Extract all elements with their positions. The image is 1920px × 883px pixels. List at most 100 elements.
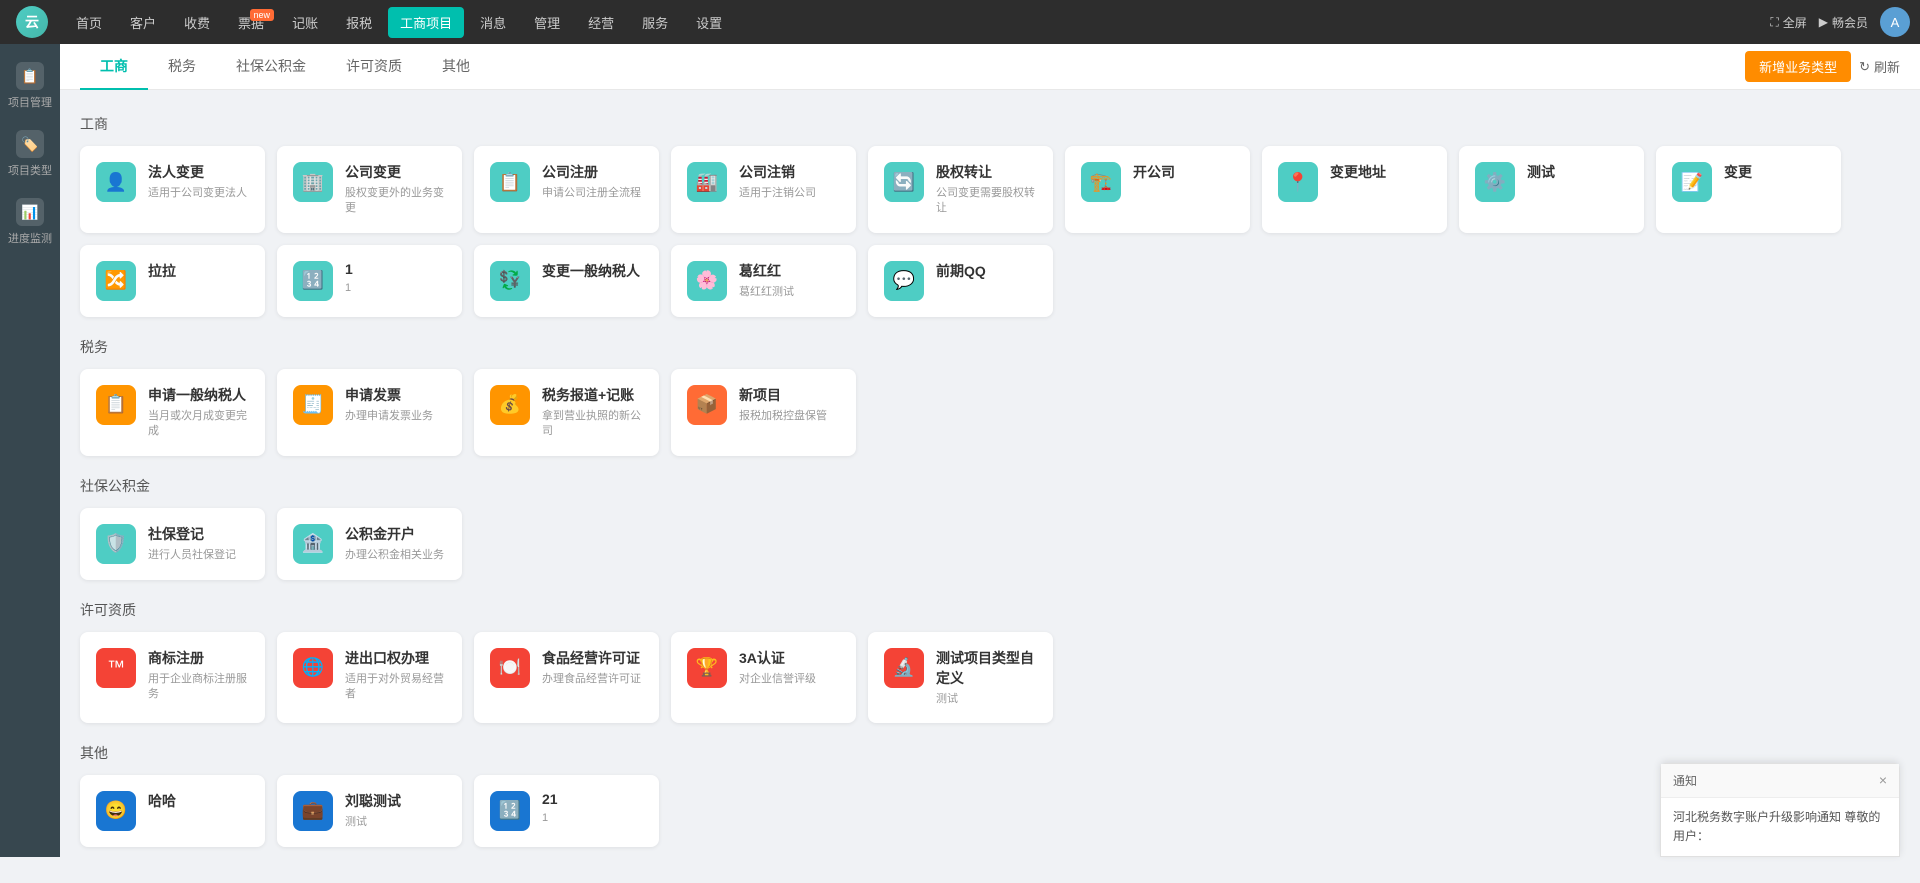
card-icon: ™ (96, 648, 136, 688)
card-gongsi-biangeng[interactable]: 🏢 公司变更 股权变更外的业务变更 (277, 146, 462, 233)
card-icon: ⚙️ (1475, 162, 1515, 202)
sidebar-item-label: 项目类型 (8, 162, 52, 178)
card-desc: 进行人员社保登记 (148, 548, 236, 563)
card-desc: 拿到营业执照的新公司 (542, 409, 643, 440)
card-gongsi-zhuce[interactable]: 📋 公司注册 申请公司注册全流程 (474, 146, 659, 233)
notification-body: 河北税务数字账户升级影响通知 尊敬的用户： (1661, 798, 1899, 856)
notification-close-button[interactable]: × (1879, 772, 1887, 788)
top-nav: 云 首页 客户 收费 票据 new 记账 报税 工商项目 消息 管理 经营 服务… (0, 0, 1920, 44)
fullscreen-icon: ⛶ (1770, 15, 1778, 30)
card-icon: 📝 (1672, 162, 1712, 202)
nav-manage[interactable]: 管理 (522, 7, 572, 38)
card-icon: 🔀 (96, 261, 136, 301)
card-qianqi-qq[interactable]: 💬 前期QQ (868, 245, 1053, 317)
nav-operate[interactable]: 经营 (576, 7, 626, 38)
nav-home[interactable]: 首页 (64, 7, 114, 38)
project-type-icon: 🏷️ (16, 130, 44, 158)
card-title: 食品经营许可证 (542, 648, 641, 668)
card-shebao-dengji[interactable]: 🛡️ 社保登记 进行人员社保登记 (80, 508, 265, 580)
card-icon: 🔄 (884, 162, 924, 202)
card-title: 股权转让 (936, 162, 1037, 182)
nav-gongshang[interactable]: 工商项目 (388, 7, 464, 38)
card-icon: 🏢 (293, 162, 333, 202)
card-icon: 👤 (96, 162, 136, 202)
card-lala[interactable]: 🔀 拉拉 (80, 245, 265, 317)
refresh-icon: ↻ (1859, 59, 1870, 75)
sidebar: 📋 项目管理 🏷️ 项目类型 📊 进度监测 (0, 44, 60, 857)
nav-fee[interactable]: 收费 (172, 7, 222, 38)
avatar[interactable]: A (1880, 7, 1910, 37)
card-fazhen-biangeng[interactable]: 👤 法人变更 适用于公司变更法人 (80, 146, 265, 233)
card-icon: 🌸 (687, 261, 727, 301)
card-biangeng2[interactable]: 📝 变更 (1656, 146, 1841, 233)
card-ceshi-zidingyi[interactable]: 🔬 测试项目类型自定义 测试 (868, 632, 1053, 723)
card-3a-renzheng[interactable]: 🏆 3A认证 对企业信誉评级 (671, 632, 856, 723)
nav-tax[interactable]: 报税 (334, 7, 384, 38)
card-title: 进出口权办理 (345, 648, 446, 668)
card-gongsi-zhuxiao[interactable]: 🏭 公司注销 适用于注销公司 (671, 146, 856, 233)
card-desc: 股权变更外的业务变更 (345, 186, 446, 217)
card-jinchukouquan[interactable]: 🌐 进出口权办理 适用于对外贸易经营者 (277, 632, 462, 723)
card-shenqing-fapiao[interactable]: 🧾 申请发票 办理申请发票业务 (277, 369, 462, 456)
card-biangeng-nashui[interactable]: 💱 变更一般纳税人 (474, 245, 659, 317)
sidebar-item-progress[interactable]: 📊 进度监测 (4, 190, 56, 254)
notification-title: 通知 (1673, 772, 1697, 789)
card-guquan-zhuanrang[interactable]: 🔄 股权转让 公司变更需要股权转让 (868, 146, 1053, 233)
cards-grid-gongshang: 👤 法人变更 适用于公司变更法人 🏢 公司变更 股权变更外的业务变更 📋 公司注… (80, 146, 1900, 317)
card-icon: 💬 (884, 261, 924, 301)
cards-grid-shuiwu: 📋 申请一般纳税人 当月或次月成变更完成 🧾 申请发票 办理申请发票业务 💰 税… (80, 369, 1900, 456)
card-biangeng-dizhi[interactable]: 📍 变更地址 (1262, 146, 1447, 233)
nav-ticket[interactable]: 票据 new (226, 7, 276, 38)
tab-shebao[interactable]: 社保公积金 (216, 44, 326, 90)
nav-service[interactable]: 服务 (630, 7, 680, 38)
fullscreen-button[interactable]: ⛶ 全屏 (1770, 14, 1806, 31)
tab-gongshang[interactable]: 工商 (80, 44, 148, 90)
section-title-qita: 其他 (80, 743, 1900, 763)
tab-qita[interactable]: 其他 (422, 44, 490, 90)
tab-shuiwu[interactable]: 税务 (148, 44, 216, 90)
card-xin-xiangmu[interactable]: 📦 新项目 报税加税控盘保管 (671, 369, 856, 456)
ticket-badge: new (250, 9, 275, 21)
card-icon: 🔢 (293, 261, 333, 301)
sidebar-item-label: 项目管理 (8, 94, 52, 110)
sidebar-item-project-type[interactable]: 🏷️ 项目类型 (4, 122, 56, 186)
refresh-button[interactable]: ↻ 刷新 (1859, 57, 1900, 76)
nav-settings[interactable]: 设置 (684, 7, 734, 38)
fullscreen-label: 全屏 (1783, 14, 1807, 31)
new-type-button[interactable]: 新增业务类型 (1745, 51, 1851, 82)
card-gehonghong[interactable]: 🌸 葛红红 葛红红测试 (671, 245, 856, 317)
member-button[interactable]: ▶ 畅会员 (1819, 14, 1868, 31)
card-shenqing-nashui[interactable]: 📋 申请一般纳税人 当月或次月成变更完成 (80, 369, 265, 456)
card-1[interactable]: 🔢 1 1 (277, 245, 462, 317)
card-title: 公司注册 (542, 162, 641, 182)
card-desc: 适用于注销公司 (739, 186, 816, 201)
progress-icon: 📊 (16, 198, 44, 226)
tab-xuke[interactable]: 许可资质 (326, 44, 422, 90)
nav-bookkeeping[interactable]: 记账 (280, 7, 330, 38)
card-21[interactable]: 🔢 21 1 (474, 775, 659, 847)
card-icon: 🏦 (293, 524, 333, 564)
card-kai-gongsi[interactable]: 🏗️ 开公司 (1065, 146, 1250, 233)
card-shuiwu-baodao[interactable]: 💰 税务报道+记账 拿到营业执照的新公司 (474, 369, 659, 456)
nav-client[interactable]: 客户 (118, 7, 168, 38)
card-title: 社保登记 (148, 524, 236, 544)
card-title: 公司变更 (345, 162, 446, 182)
card-desc: 当月或次月成变更完成 (148, 409, 249, 440)
card-haha[interactable]: 😄 哈哈 (80, 775, 265, 847)
card-liucong-ceshi[interactable]: 💼 刘聪测试 测试 (277, 775, 462, 847)
card-title: 新项目 (739, 385, 827, 405)
card-shangbiao-zhuce[interactable]: ™ 商标注册 用于企业商标注册服务 (80, 632, 265, 723)
section-title-gongshang: 工商 (80, 114, 1900, 134)
card-title: 开公司 (1133, 162, 1175, 182)
card-title: 前期QQ (936, 261, 986, 281)
nav-message[interactable]: 消息 (468, 7, 518, 38)
card-ceshi1[interactable]: ⚙️ 测试 (1459, 146, 1644, 233)
card-gongjijin-kaihu[interactable]: 🏦 公积金开户 办理公积金相关业务 (277, 508, 462, 580)
card-icon: 🌐 (293, 648, 333, 688)
card-icon: 💰 (490, 385, 530, 425)
sidebar-item-project-manage[interactable]: 📋 项目管理 (4, 54, 56, 118)
card-icon: 💼 (293, 791, 333, 831)
nav-items: 首页 客户 收费 票据 new 记账 报税 工商项目 消息 管理 经营 服务 设… (64, 7, 1770, 38)
card-shipin-xuke[interactable]: 🍽️ 食品经营许可证 办理食品经营许可证 (474, 632, 659, 723)
card-title: 刘聪测试 (345, 791, 401, 811)
